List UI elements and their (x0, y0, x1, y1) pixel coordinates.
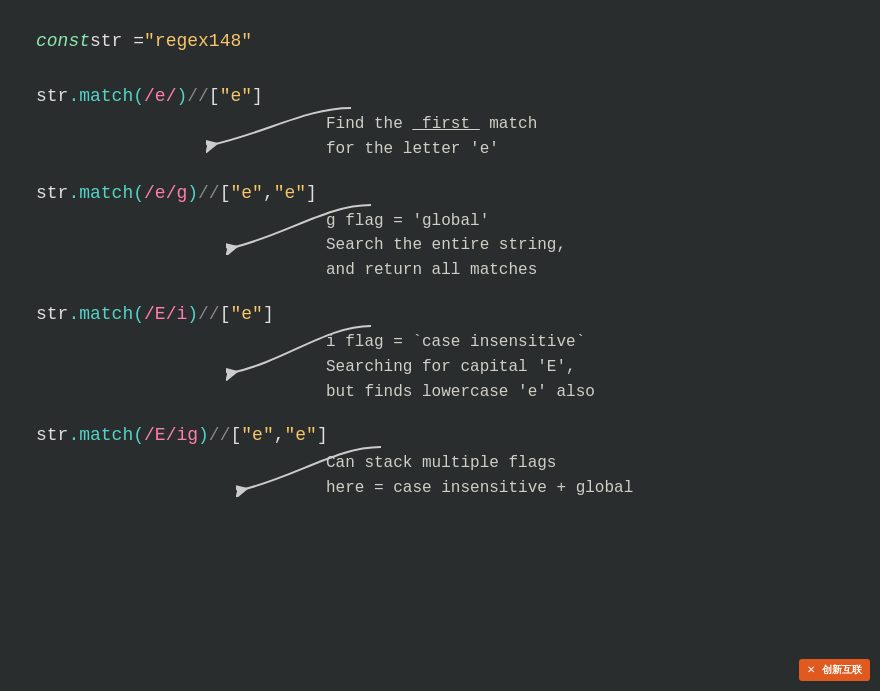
code-rest-0: str = (90, 28, 144, 55)
arrow-1 (206, 103, 356, 153)
arrow-4 (236, 442, 386, 497)
annot-1-1-highlight: _first_ (412, 115, 479, 133)
annotation-4: Can stack multiple flags here = case ins… (326, 451, 844, 501)
arrow-2 (226, 200, 376, 255)
code-line-4: str .match( /E/ig ) // [ "e" , "e" ] (36, 422, 844, 449)
annot-2-2: Search the entire string, (326, 233, 844, 258)
watermark-icon: ✕ (807, 664, 815, 675)
annot-3-3: but finds lowercase 'e' also (326, 380, 844, 405)
section-3: str .match( /E/i ) // [ "e" ] i flag = `… (36, 301, 844, 404)
section-const: const str = "regex148" (36, 28, 844, 55)
arrow-3 (226, 321, 376, 381)
section-1: str .match( /e/ ) // [ "e" ] Find the _f… (36, 83, 844, 162)
close-1: ) (176, 83, 187, 110)
watermark-badge: ✕ 创新互联 (799, 659, 870, 681)
annot-1-2: for the letter 'e' (326, 137, 844, 162)
comment-2: // (198, 180, 220, 207)
annotation-1: Find the _first_ match for the letter 'e… (326, 112, 844, 162)
method-4: .match( (68, 422, 144, 449)
section-4: str .match( /E/ig ) // [ "e" , "e" ] Can… (36, 422, 844, 501)
section-2: str .match( /e/g ) // [ "e" , "e" ] g fl… (36, 180, 844, 283)
annot-1-1: Find the _first_ match (326, 112, 844, 137)
method-3: .match( (68, 301, 144, 328)
code-line-1: str .match( /e/ ) // [ "e" ] (36, 83, 844, 110)
close-3: ) (187, 301, 198, 328)
str-obj-3: str (36, 301, 68, 328)
watermark-text: 创新互联 (822, 664, 862, 675)
annot-3-2: Searching for capital 'E', (326, 355, 844, 380)
annotation-2: g flag = 'global' Search the entire stri… (326, 209, 844, 283)
annot-2-1: g flag = 'global' (326, 209, 844, 234)
annotation-3: i flag = `case insensitive` Searching fo… (326, 330, 844, 404)
keyword-const: const (36, 28, 90, 55)
code-line-2: str .match( /e/g ) // [ "e" , "e" ] (36, 180, 844, 207)
annot-4-1: Can stack multiple flags (326, 451, 844, 476)
code-line-3: str .match( /E/i ) // [ "e" ] (36, 301, 844, 328)
close-2: ) (187, 180, 198, 207)
code-line-0: const str = "regex148" (36, 28, 844, 55)
close-4: ) (198, 422, 209, 449)
code-str-val-0: "regex148" (144, 28, 252, 55)
method-1: .match( (68, 83, 144, 110)
annot-2-3: and return all matches (326, 258, 844, 283)
comment-4: // (209, 422, 231, 449)
regex-1: /e/ (144, 83, 176, 110)
str-obj-4: str (36, 422, 68, 449)
str-obj-1: str (36, 83, 68, 110)
annot-4-2: here = case insensitive + global (326, 476, 844, 501)
main-container: const str = "regex148" str .match( /e/ )… (0, 0, 880, 691)
comment-3: // (198, 301, 220, 328)
method-2: .match( (68, 180, 144, 207)
annot-3-1: i flag = `case insensitive` (326, 330, 844, 355)
regex-3: /E/i (144, 301, 187, 328)
str-obj-2: str (36, 180, 68, 207)
regex-4: /E/ig (144, 422, 198, 449)
regex-2: /e/g (144, 180, 187, 207)
